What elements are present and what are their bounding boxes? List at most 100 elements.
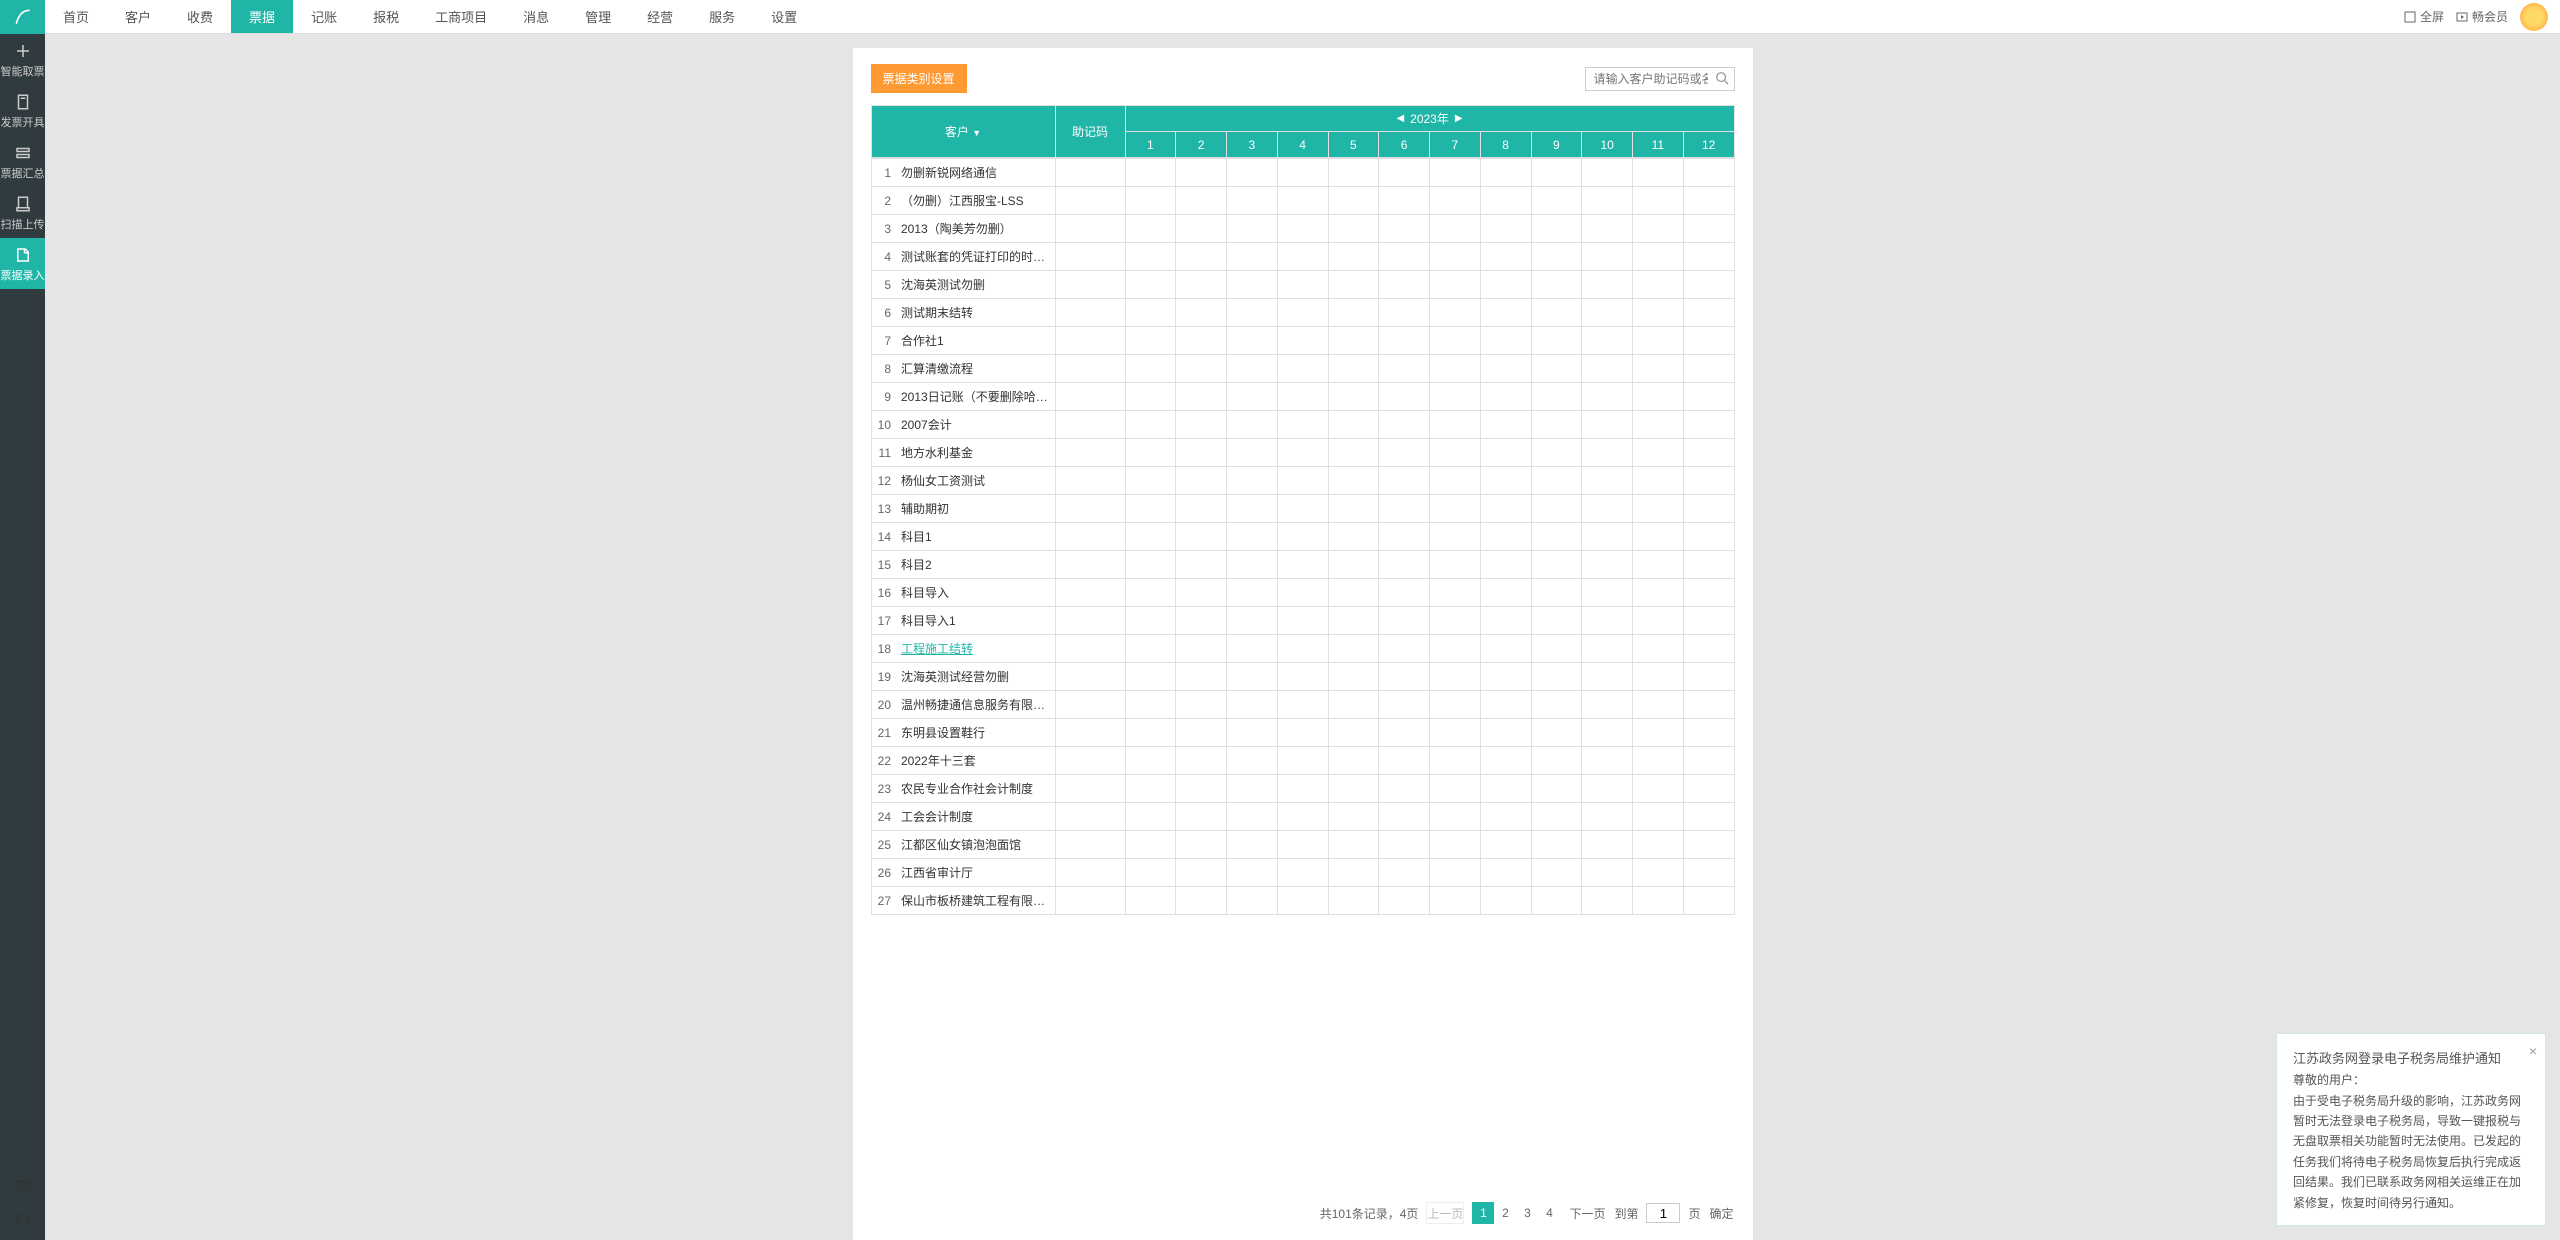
month-cell[interactable] bbox=[1582, 719, 1633, 747]
month-cell[interactable] bbox=[1328, 467, 1379, 495]
month-cell[interactable] bbox=[1176, 691, 1227, 719]
month-cell[interactable] bbox=[1176, 243, 1227, 271]
month-cell[interactable] bbox=[1277, 803, 1328, 831]
month-cell[interactable] bbox=[1633, 691, 1684, 719]
customer-name[interactable]: 工程施工结转 bbox=[895, 635, 1055, 663]
month-cell[interactable] bbox=[1125, 803, 1176, 831]
month-cell[interactable] bbox=[1480, 243, 1531, 271]
month-cell[interactable] bbox=[1633, 439, 1684, 467]
month-cell[interactable] bbox=[1227, 523, 1278, 551]
member-button[interactable]: 畅会员 bbox=[2456, 8, 2508, 25]
pager-page-2[interactable]: 2 bbox=[1494, 1202, 1516, 1224]
month-cell[interactable] bbox=[1480, 747, 1531, 775]
month-cell[interactable] bbox=[1582, 355, 1633, 383]
month-cell[interactable] bbox=[1328, 663, 1379, 691]
month-cell[interactable] bbox=[1328, 299, 1379, 327]
month-cell[interactable] bbox=[1277, 887, 1328, 915]
month-cell[interactable] bbox=[1328, 803, 1379, 831]
month-cell[interactable] bbox=[1582, 523, 1633, 551]
month-cell[interactable] bbox=[1277, 859, 1328, 887]
month-cell[interactable] bbox=[1277, 271, 1328, 299]
month-cell[interactable] bbox=[1379, 887, 1430, 915]
month-cell[interactable] bbox=[1277, 355, 1328, 383]
month-cell[interactable] bbox=[1683, 411, 1734, 439]
month-cell[interactable] bbox=[1683, 579, 1734, 607]
month-cell[interactable] bbox=[1531, 467, 1582, 495]
month-cell[interactable] bbox=[1328, 859, 1379, 887]
month-cell[interactable] bbox=[1125, 691, 1176, 719]
month-cell[interactable] bbox=[1683, 383, 1734, 411]
month-cell[interactable] bbox=[1277, 719, 1328, 747]
month-cell[interactable] bbox=[1176, 215, 1227, 243]
month-cell[interactable] bbox=[1277, 831, 1328, 859]
month-cell[interactable] bbox=[1328, 187, 1379, 215]
month-cell[interactable] bbox=[1227, 467, 1278, 495]
month-cell[interactable] bbox=[1582, 747, 1633, 775]
month-cell[interactable] bbox=[1176, 187, 1227, 215]
month-cell[interactable] bbox=[1430, 551, 1481, 579]
month-cell[interactable] bbox=[1683, 859, 1734, 887]
pager-page-input[interactable] bbox=[1646, 1203, 1680, 1223]
month-cell[interactable] bbox=[1277, 243, 1328, 271]
bill-category-settings-button[interactable]: 票据类别设置 bbox=[871, 64, 967, 93]
month-cell[interactable] bbox=[1633, 719, 1684, 747]
pager-confirm[interactable]: 确定 bbox=[1708, 1202, 1734, 1224]
month-cell[interactable] bbox=[1480, 215, 1531, 243]
month-cell[interactable] bbox=[1227, 859, 1278, 887]
month-cell[interactable] bbox=[1480, 775, 1531, 803]
month-cell[interactable] bbox=[1176, 271, 1227, 299]
sidebar-扫描上传[interactable]: 扫描上传 bbox=[0, 187, 45, 238]
user-avatar[interactable] bbox=[2520, 3, 2548, 31]
month-cell[interactable] bbox=[1633, 775, 1684, 803]
month-cell[interactable] bbox=[1379, 187, 1430, 215]
month-cell[interactable] bbox=[1227, 579, 1278, 607]
month-cell[interactable] bbox=[1480, 551, 1531, 579]
month-cell[interactable] bbox=[1277, 215, 1328, 243]
month-cell[interactable] bbox=[1176, 663, 1227, 691]
month-cell[interactable] bbox=[1328, 607, 1379, 635]
month-cell[interactable] bbox=[1430, 467, 1481, 495]
month-cell[interactable] bbox=[1683, 747, 1734, 775]
topnav-首页[interactable]: 首页 bbox=[45, 0, 107, 33]
month-cell[interactable] bbox=[1328, 159, 1379, 187]
month-cell[interactable] bbox=[1633, 355, 1684, 383]
month-cell[interactable] bbox=[1633, 159, 1684, 187]
month-cell[interactable] bbox=[1379, 719, 1430, 747]
month-cell[interactable] bbox=[1227, 831, 1278, 859]
topnav-报税[interactable]: 报税 bbox=[355, 0, 417, 33]
month-cell[interactable] bbox=[1379, 635, 1430, 663]
month-cell[interactable] bbox=[1633, 803, 1684, 831]
month-cell[interactable] bbox=[1633, 215, 1684, 243]
month-cell[interactable] bbox=[1430, 159, 1481, 187]
month-cell[interactable] bbox=[1480, 495, 1531, 523]
month-cell[interactable] bbox=[1480, 579, 1531, 607]
month-cell[interactable] bbox=[1176, 523, 1227, 551]
table-row[interactable]: 19沈海英测试经营勿删 bbox=[871, 663, 1734, 691]
month-cell[interactable] bbox=[1633, 243, 1684, 271]
month-cell[interactable] bbox=[1176, 887, 1227, 915]
pager-prev[interactable]: 上一页 bbox=[1426, 1202, 1464, 1224]
month-cell[interactable] bbox=[1683, 775, 1734, 803]
month-cell[interactable] bbox=[1125, 327, 1176, 355]
month-cell[interactable] bbox=[1480, 271, 1531, 299]
month-cell[interactable] bbox=[1125, 187, 1176, 215]
topnav-客户[interactable]: 客户 bbox=[107, 0, 169, 33]
month-cell[interactable] bbox=[1328, 831, 1379, 859]
month-cell[interactable] bbox=[1582, 859, 1633, 887]
month-cell[interactable] bbox=[1683, 663, 1734, 691]
month-cell[interactable] bbox=[1328, 383, 1379, 411]
month-cell[interactable] bbox=[1277, 467, 1328, 495]
month-cell[interactable] bbox=[1430, 831, 1481, 859]
sidebar-票据汇总[interactable]: 票据汇总 bbox=[0, 136, 45, 187]
topnav-收费[interactable]: 收费 bbox=[169, 0, 231, 33]
month-cell[interactable] bbox=[1328, 579, 1379, 607]
month-cell[interactable] bbox=[1176, 355, 1227, 383]
month-cell[interactable] bbox=[1277, 523, 1328, 551]
month-cell[interactable] bbox=[1379, 579, 1430, 607]
month-cell[interactable] bbox=[1328, 495, 1379, 523]
month-cell[interactable] bbox=[1430, 887, 1481, 915]
month-cell[interactable] bbox=[1480, 607, 1531, 635]
month-cell[interactable] bbox=[1531, 271, 1582, 299]
month-cell[interactable] bbox=[1531, 243, 1582, 271]
month-cell[interactable] bbox=[1633, 663, 1684, 691]
